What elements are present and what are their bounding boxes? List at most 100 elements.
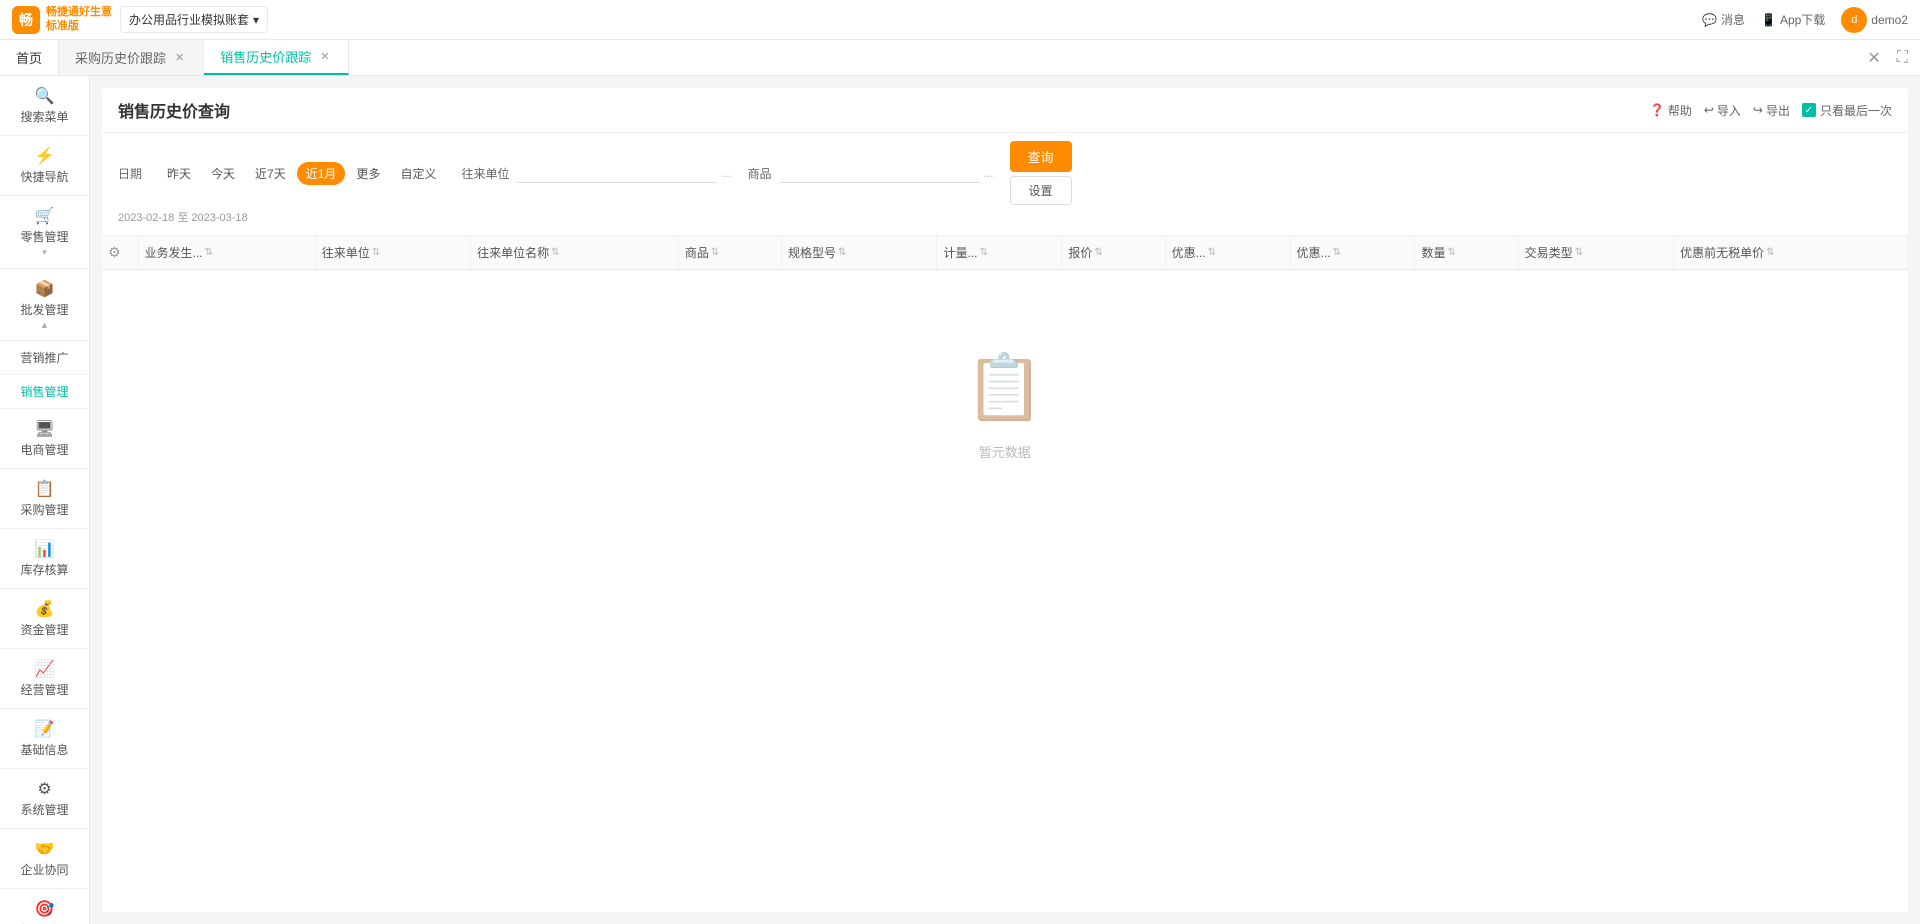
import-label: 导入 bbox=[1717, 102, 1741, 119]
tab-sales-close[interactable]: ✕ bbox=[317, 49, 332, 64]
product-input-dots[interactable]: ... bbox=[984, 166, 994, 180]
sidebar-item-enterprise[interactable]: 🤝 企业协同 bbox=[0, 829, 89, 889]
sidebar-item-newbie[interactable]: 🎯 新手引导 bbox=[0, 889, 89, 924]
wholesale-icon: 📦 bbox=[35, 279, 55, 299]
sidebar-item-shortcut[interactable]: ⚡ 快捷导航 bbox=[0, 136, 89, 196]
date-buttons: 昨天 今天 近7天 近1月 更多 自定义 bbox=[158, 162, 445, 185]
tab-purchase-label: 采购历史价跟踪 bbox=[75, 48, 166, 67]
sort-partner-name-icon[interactable]: ⇅ bbox=[551, 247, 559, 258]
maximize-btn[interactable]: ⛶ bbox=[1893, 47, 1912, 69]
sort-pre-tax-price-icon[interactable]: ⇅ bbox=[1766, 247, 1774, 258]
sort-unit-icon[interactable]: ⇅ bbox=[979, 247, 987, 258]
system-icon: ⚙ bbox=[37, 779, 51, 799]
partner-filter-label: 往来单位 bbox=[461, 165, 509, 182]
newbie-icon: 🎯 bbox=[35, 899, 55, 919]
sidebar-item-finance[interactable]: 💰 资金管理 bbox=[0, 589, 89, 649]
settings-button[interactable]: 设置 bbox=[1010, 176, 1072, 205]
app-selector-label: 办公用品行业模拟账套 bbox=[129, 11, 249, 28]
sidebar-item-purchase[interactable]: 📋 采购管理 bbox=[0, 469, 89, 529]
help-action[interactable]: ❓ 帮助 bbox=[1650, 102, 1692, 119]
th-discount1: 优惠... ⇅ bbox=[1165, 236, 1290, 270]
export-action[interactable]: ↪ 导出 bbox=[1753, 102, 1790, 119]
date-btn-today[interactable]: 今天 bbox=[202, 162, 244, 185]
logo-area: 畅 畅捷通好生意 标准版 bbox=[12, 6, 112, 34]
tab-sales[interactable]: 销售历史价跟踪 ✕ bbox=[204, 40, 349, 75]
message-icon: 💬 bbox=[1702, 13, 1717, 27]
user-area[interactable]: d demo2 bbox=[1841, 7, 1908, 33]
sort-spec-icon[interactable]: ⇅ bbox=[838, 247, 846, 258]
checkbox-icon: ✓ bbox=[1802, 103, 1816, 117]
only-last-label: 只看最后一次 bbox=[1820, 102, 1892, 119]
enterprise-icon: 🤝 bbox=[35, 839, 55, 859]
sidebar-item-retail[interactable]: 🛒 零售管理 ▾ bbox=[0, 196, 89, 269]
date-btn-7days[interactable]: 近7天 bbox=[246, 162, 295, 185]
sort-trade-type-icon[interactable]: ⇅ bbox=[1575, 247, 1583, 258]
product-filter-label: 商品 bbox=[747, 165, 771, 182]
th-spec: 规格型号 ⇅ bbox=[782, 236, 937, 270]
empty-icon: 📋 bbox=[965, 350, 1045, 430]
sidebar-search-label: 搜索菜单 bbox=[20, 108, 68, 125]
content-area: 销售历史价查询 ❓ 帮助 ↩ 导入 ↪ 导出 ✓ 只看最后一次 bbox=[90, 76, 1920, 924]
filter-bar: 日期 昨天 今天 近7天 近1月 更多 自定义 往来单位 ... bbox=[102, 132, 1908, 235]
data-table: ⚙ 业务发生... ⇅ 往来单位 ⇅ bbox=[102, 236, 1908, 541]
sort-discount1-icon[interactable]: ⇅ bbox=[1208, 247, 1216, 258]
logo-text: 畅捷通好生意 标准版 bbox=[46, 6, 112, 32]
partner-input[interactable] bbox=[517, 164, 717, 183]
main-layout: 🔍 搜索菜单 ⚡ 快捷导航 🛒 零售管理 ▾ 📦 批发管理 ▲ 营销推广 销售管… bbox=[0, 76, 1920, 924]
message-action[interactable]: 💬 消息 bbox=[1702, 11, 1745, 28]
sidebar-ecommerce-label: 电商管理 bbox=[20, 441, 68, 458]
chevron-down-icon: ▾ bbox=[253, 13, 259, 27]
product-input[interactable] bbox=[780, 164, 980, 183]
sidebar-item-system[interactable]: ⚙ 系统管理 bbox=[0, 769, 89, 829]
th-product: 商品 ⇅ bbox=[678, 236, 781, 270]
sidebar-item-basic[interactable]: 📝 基础信息 bbox=[0, 709, 89, 769]
th-pre-tax-price: 优惠前无税单价 ⇅ bbox=[1674, 236, 1908, 270]
sidebar-item-inventory[interactable]: 📊 库存核算 bbox=[0, 529, 89, 589]
th-partner-name: 往来单位名称 ⇅ bbox=[471, 236, 679, 270]
query-button[interactable]: 查询 bbox=[1010, 141, 1072, 172]
sort-partner-code-icon[interactable]: ⇅ bbox=[372, 247, 380, 258]
sort-qty-icon[interactable]: ⇅ bbox=[1448, 247, 1456, 258]
sidebar-enterprise-label: 企业协同 bbox=[20, 861, 68, 878]
shortcut-icon: ⚡ bbox=[35, 146, 55, 166]
th-partner-code: 往来单位 ⇅ bbox=[315, 236, 470, 270]
close-all-btn[interactable]: ✕ bbox=[1863, 46, 1884, 70]
date-btn-yesterday[interactable]: 昨天 bbox=[158, 162, 200, 185]
sidebar-item-operations[interactable]: 📈 经营管理 bbox=[0, 649, 89, 709]
sort-biz-date-icon[interactable]: ⇅ bbox=[205, 247, 213, 258]
sort-price-icon[interactable]: ⇅ bbox=[1094, 247, 1102, 258]
gear-icon[interactable]: ⚙ bbox=[108, 244, 121, 260]
sort-discount2-icon[interactable]: ⇅ bbox=[1333, 247, 1341, 258]
sidebar-wholesale-label: 批发管理 bbox=[20, 301, 68, 318]
date-btn-1month[interactable]: 近1月 bbox=[297, 162, 346, 185]
app-selector[interactable]: 办公用品行业模拟账套 ▾ bbox=[120, 6, 268, 33]
topbar-right: 💬 消息 📱 App下载 d demo2 bbox=[1702, 7, 1908, 33]
sidebar-item-marketing[interactable]: 营销推广 bbox=[0, 341, 89, 375]
th-discount2: 优惠... ⇅ bbox=[1290, 236, 1415, 270]
sidebar-item-ecommerce[interactable]: 🖥 电商管理 bbox=[0, 409, 89, 469]
inventory-icon: 📊 bbox=[35, 539, 55, 559]
message-label: 消息 bbox=[1721, 11, 1745, 28]
app-download-action[interactable]: 📱 App下载 bbox=[1761, 11, 1825, 28]
product-input-group: ... bbox=[780, 164, 994, 183]
topbar-left: 畅 畅捷通好生意 标准版 办公用品行业模拟账套 ▾ bbox=[12, 6, 268, 34]
only-last-checkbox[interactable]: ✓ 只看最后一次 bbox=[1802, 102, 1892, 119]
date-btn-custom[interactable]: 自定义 bbox=[391, 162, 445, 185]
tab-purchase[interactable]: 采购历史价跟踪 ✕ bbox=[59, 40, 204, 75]
product-filter: 商品 ... bbox=[747, 164, 993, 183]
import-action[interactable]: ↩ 导入 bbox=[1704, 102, 1741, 119]
sidebar-salesmgmt-label: 销售管理 bbox=[20, 385, 68, 399]
sidebar-item-search[interactable]: 🔍 搜索菜单 bbox=[0, 76, 89, 136]
sidebar-inventory-label: 库存核算 bbox=[20, 561, 68, 578]
partner-input-dots[interactable]: ... bbox=[721, 166, 731, 180]
tab-purchase-close[interactable]: ✕ bbox=[172, 50, 187, 65]
sort-product-icon[interactable]: ⇅ bbox=[711, 247, 719, 258]
tab-home[interactable]: 首页 bbox=[0, 40, 59, 75]
tabbar-actions: ✕ ⛶ bbox=[1855, 40, 1920, 75]
chevron-down-icon: ▾ bbox=[42, 247, 47, 258]
ecommerce-icon: 🖥 bbox=[34, 419, 54, 439]
sidebar-item-wholesale[interactable]: 📦 批发管理 ▲ bbox=[0, 269, 89, 341]
sidebar-item-salesmgmt[interactable]: 销售管理 bbox=[0, 375, 89, 409]
retail-icon: 🛒 bbox=[35, 206, 55, 226]
date-btn-more[interactable]: 更多 bbox=[347, 162, 389, 185]
